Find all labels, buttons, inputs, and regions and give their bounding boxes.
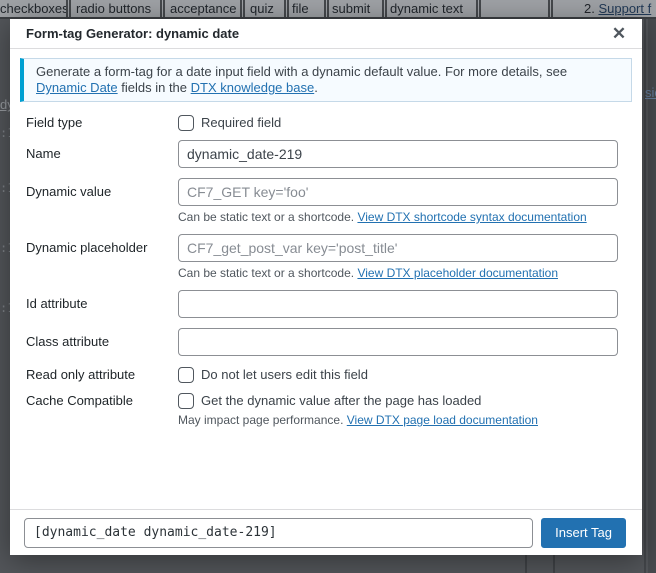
name-label: Name	[26, 146, 61, 161]
dialog-title: Form-tag Generator: dynamic date	[26, 26, 240, 41]
background-divider	[553, 555, 555, 573]
class-attribute-label: Class attribute	[26, 334, 110, 349]
support-list-item: 2. Support f	[584, 1, 651, 16]
dynamic-placeholder-row: Dynamic placeholder Can be static text o…	[26, 234, 618, 280]
toolbar-button-dynamic-text[interactable]: dynamic text	[390, 0, 463, 17]
readonly-label: Read only attribute	[26, 367, 136, 382]
toolbar-button-checkboxes[interactable]: checkboxes	[0, 0, 69, 17]
placeholder-doc-link[interactable]: View DTX placeholder documentation	[357, 266, 558, 280]
insert-tag-button[interactable]: Insert Tag	[541, 517, 626, 548]
toolbar-button-radio-buttons[interactable]: radio buttons	[76, 0, 151, 17]
toolbar-button-quiz[interactable]: quiz	[250, 0, 274, 17]
field-type-row: Field type Required field	[26, 114, 618, 132]
id-attribute-row: Id attribute	[26, 290, 618, 318]
help-text: May impact page performance.	[178, 413, 347, 427]
class-attribute-row: Class attribute	[26, 328, 618, 356]
id-attribute-input[interactable]	[178, 290, 618, 318]
close-icon[interactable]: ✕	[606, 21, 632, 47]
id-attribute-label: Id attribute	[26, 296, 88, 311]
notice-text: Generate a form-tag for a date input fie…	[36, 64, 568, 79]
cache-compatible-option-label: Get the dynamic value after the page has…	[201, 393, 482, 408]
toolbar-button-submit[interactable]: submit	[332, 0, 370, 17]
toolbar-separator	[240, 0, 245, 17]
toolbar-separator	[66, 0, 71, 17]
notice-text: fields in the	[117, 80, 191, 95]
dialog-body: Generate a form-tag for a date input fie…	[10, 49, 642, 509]
tag-toolbar: checkboxes radio buttons acceptance quiz…	[0, 0, 656, 17]
readonly-option: Do not let users edit this field	[178, 366, 618, 384]
required-field-checkbox[interactable]	[178, 115, 194, 131]
dtx-knowledge-base-link[interactable]: DTX knowledge base	[191, 80, 315, 95]
help-text: Can be static text or a shortcode.	[178, 210, 358, 224]
dynamic-date-link[interactable]: Dynamic Date	[36, 80, 118, 95]
generated-tag-input[interactable]	[24, 517, 534, 548]
shortcode-syntax-doc-link[interactable]: View DTX shortcode syntax documentation	[357, 210, 586, 224]
info-notice: Generate a form-tag for a date input fie…	[20, 58, 632, 102]
dynamic-value-input[interactable]	[178, 178, 618, 206]
readonly-checkbox[interactable]	[178, 367, 194, 383]
toolbar-separator	[548, 0, 553, 17]
dynamic-value-label: Dynamic value	[26, 184, 112, 199]
field-type-label: Field type	[26, 115, 83, 130]
readonly-row: Read only attribute Do not let users edi…	[26, 366, 618, 384]
cache-compatible-help: May impact page performance. View DTX pa…	[178, 413, 618, 427]
dynamic-placeholder-label: Dynamic placeholder	[26, 240, 148, 255]
help-text: Can be static text or a shortcode.	[178, 266, 358, 280]
toolbar-button-file[interactable]: file	[292, 0, 309, 17]
cache-compatible-option: Get the dynamic value after the page has…	[178, 392, 618, 410]
cache-compatible-checkbox[interactable]	[178, 393, 194, 409]
form-tag-generator-dialog: Form-tag Generator: dynamic date ✕ Gener…	[10, 19, 642, 555]
dynamic-placeholder-help: Can be static text or a shortcode. View …	[178, 266, 618, 280]
background-divider	[644, 19, 646, 573]
background-right-strip	[648, 19, 656, 573]
readonly-option-label: Do not let users edit this field	[201, 367, 368, 382]
toolbar-separator	[382, 0, 387, 17]
cache-compatible-row: Cache Compatible Get the dynamic value a…	[26, 392, 618, 427]
toolbar-separator	[476, 0, 481, 17]
name-row: Name	[26, 140, 618, 168]
class-attribute-input[interactable]	[178, 328, 618, 356]
dynamic-placeholder-input[interactable]	[178, 234, 618, 262]
toolbar-button-acceptance[interactable]: acceptance	[170, 0, 237, 17]
background-side-link[interactable]: sio	[645, 85, 656, 100]
support-link[interactable]: Support f	[598, 1, 651, 16]
dialog-header: Form-tag Generator: dynamic date ✕	[10, 19, 642, 49]
support-list-number: 2.	[584, 1, 595, 16]
background-divider	[525, 555, 527, 573]
name-input[interactable]	[178, 140, 618, 168]
page-load-doc-link[interactable]: View DTX page load documentation	[347, 413, 538, 427]
toolbar-separator	[284, 0, 289, 17]
required-field-option: Required field	[178, 114, 618, 132]
toolbar-separator	[324, 0, 329, 17]
dialog-footer: Insert Tag	[10, 509, 642, 555]
dynamic-value-help: Can be static text or a shortcode. View …	[178, 210, 618, 224]
dynamic-value-row: Dynamic value Can be static text or a sh…	[26, 178, 618, 224]
toolbar-separator	[160, 0, 165, 17]
notice-text: .	[314, 80, 318, 95]
cache-compatible-label: Cache Compatible	[26, 393, 133, 408]
required-field-label: Required field	[201, 115, 282, 130]
